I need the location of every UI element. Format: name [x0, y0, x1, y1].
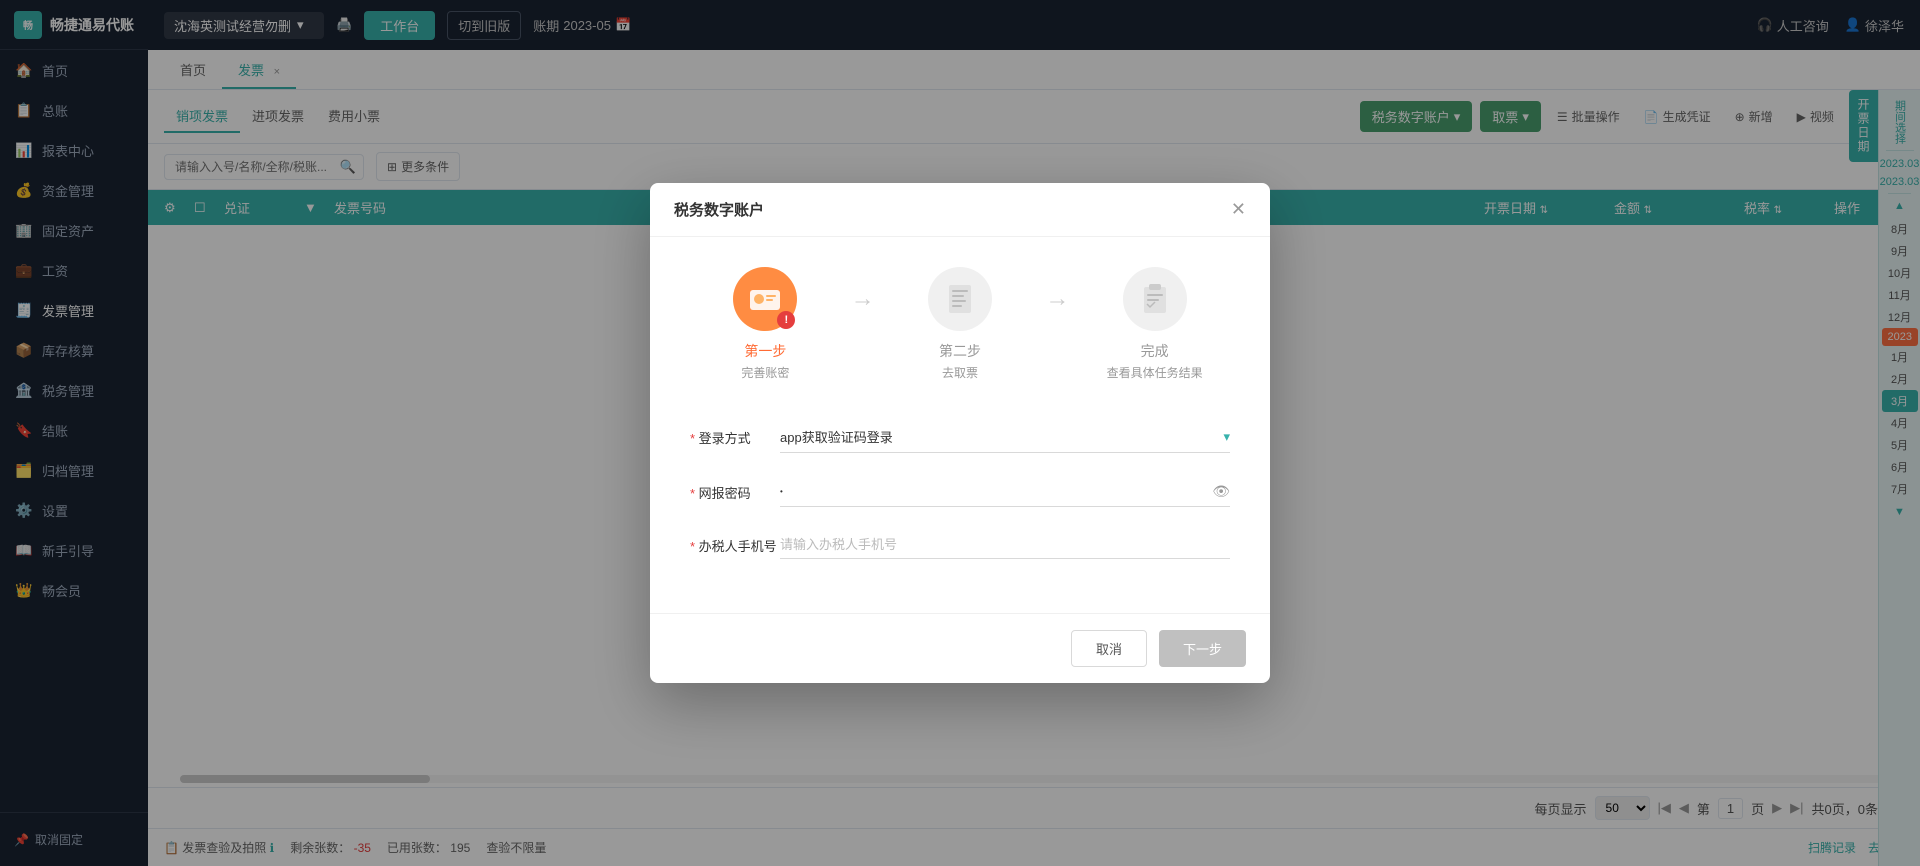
phone-control [780, 531, 1230, 559]
step-error-badge: ! [777, 311, 795, 329]
login-method-control: app获取验证码登录 ▾ [780, 421, 1230, 453]
modal-footer: 取消 下一步 [650, 613, 1270, 683]
step-2-sublabel: 去取票 [942, 364, 978, 381]
password-dots: • [780, 487, 785, 496]
steps: ! 第一步 完善账密 → [690, 267, 1230, 381]
login-method-row: 登录方式 app获取验证码登录 ▾ [690, 421, 1230, 453]
password-label: 网报密码 [690, 483, 780, 502]
invoice-icon [943, 282, 977, 316]
phone-row: 办税人手机号 [690, 531, 1230, 559]
next-button[interactable]: 下一步 [1159, 630, 1246, 667]
step-3-sublabel: 查看具体任务结果 [1107, 364, 1203, 381]
step-1-sublabel: 完善账密 [741, 364, 789, 381]
id-card-icon [748, 282, 782, 316]
eye-toggle-button[interactable]: 👁 [1212, 483, 1230, 500]
tax-digital-modal: 税务数字账户 ✕ ! 第一步 [650, 183, 1270, 683]
step-3-label: 完成 [1141, 341, 1169, 361]
password-field: • 👁 [780, 477, 1230, 507]
clipboard-icon [1138, 282, 1172, 316]
step-2: 第二步 去取票 [885, 267, 1036, 381]
step-1: ! 第一步 完善账密 [690, 267, 841, 381]
login-method-value: app获取验证码登录 [780, 427, 893, 446]
phone-label: 办税人手机号 [690, 536, 780, 555]
step-1-label: 第一步 [744, 341, 786, 361]
modal-overlay[interactable]: 税务数字账户 ✕ ! 第一步 [0, 0, 1920, 866]
login-method-label: 登录方式 [690, 428, 780, 447]
modal-body: ! 第一步 完善账密 → [650, 237, 1270, 613]
phone-input[interactable] [780, 531, 1230, 559]
step-2-label: 第二步 [939, 341, 981, 361]
modal-title: 税务数字账户 [674, 199, 764, 220]
modal-close-button[interactable]: ✕ [1231, 199, 1246, 220]
password-row: 网报密码 • 👁 [690, 477, 1230, 507]
dropdown-icon: ▾ [1223, 429, 1230, 445]
step-arrow-2: → [1035, 285, 1079, 313]
modal-header: 税务数字账户 ✕ [650, 183, 1270, 237]
step-3: 完成 查看具体任务结果 [1079, 267, 1230, 381]
step-arrow-1: → [841, 285, 885, 313]
step-2-icon [928, 267, 992, 331]
cancel-button[interactable]: 取消 [1071, 630, 1147, 667]
password-control: • 👁 [780, 477, 1230, 507]
step-3-icon [1123, 267, 1187, 331]
step-1-icon: ! [733, 267, 797, 331]
login-method-select[interactable]: app获取验证码登录 ▾ [780, 421, 1230, 453]
